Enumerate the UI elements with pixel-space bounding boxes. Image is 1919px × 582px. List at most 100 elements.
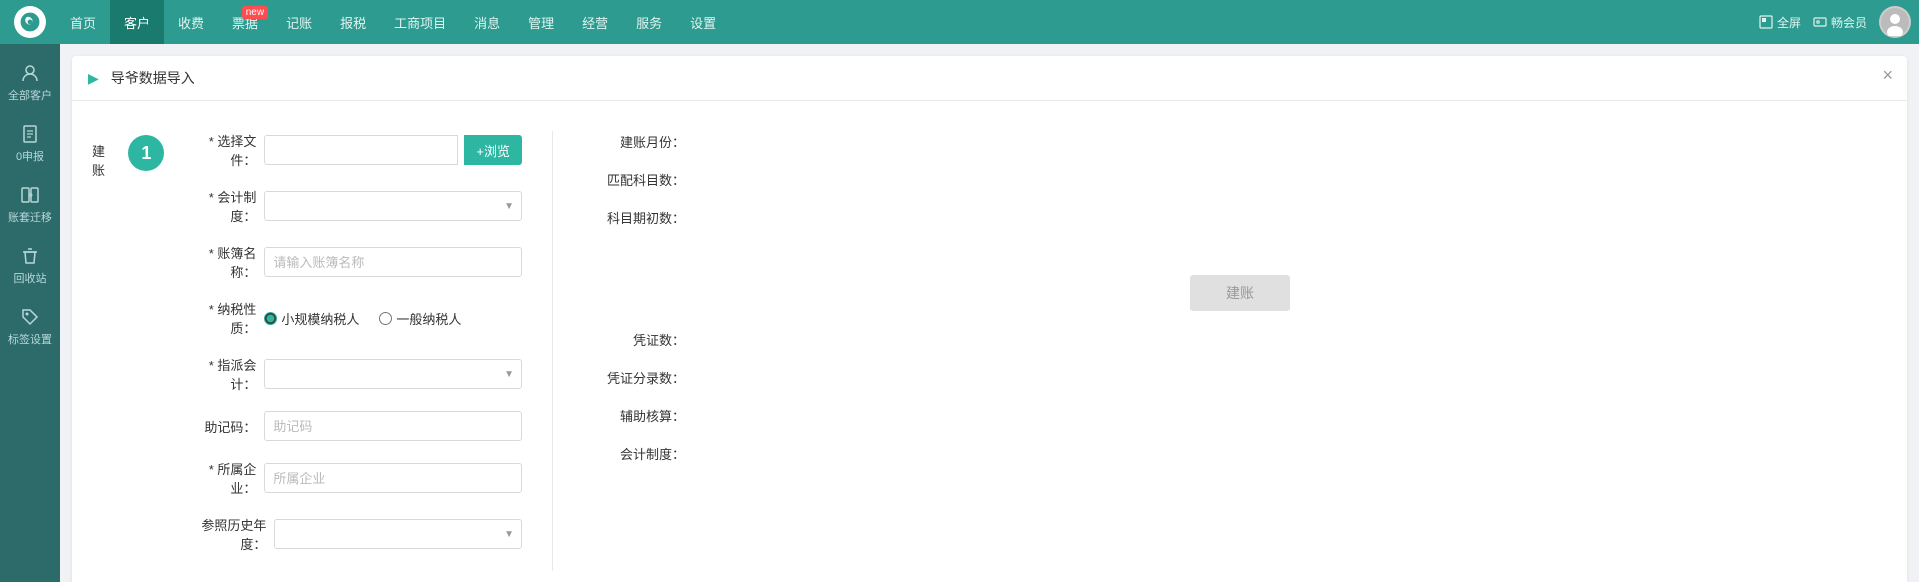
content-area: ▶ 导爷数据导入 × 建账 1 * 选择文件： [60, 44, 1919, 582]
nav-message[interactable]: 消息 [460, 0, 514, 44]
ledger-name-label: * 账簿名称： [184, 243, 264, 281]
app-logo[interactable] [8, 0, 52, 44]
accounting-system-select[interactable] [264, 191, 522, 221]
member-label: 畅会员 [1831, 14, 1867, 31]
nav-operation[interactable]: 经营 [568, 0, 622, 44]
panel-title: 导爷数据导入 [111, 68, 195, 88]
nav-clients[interactable]: 客户 [110, 0, 164, 44]
sidebar-item-all-clients[interactable]: 全部客户 [0, 52, 60, 113]
sidebar: 全部客户 0申报 账套迁移 回收站 标签设置 [0, 44, 60, 582]
aux-accounting-row: 辅助核算： [593, 405, 1887, 425]
import-icon: ▶ [88, 70, 99, 87]
assign-accountant-label: * 指派会计： [184, 355, 264, 393]
nav-accounting[interactable]: 记账 [272, 0, 326, 44]
account-month-row: 建账月份： [593, 131, 1887, 151]
right-fields: 建账月份： 匹配科目数： 科目期初数： 建 [593, 131, 1887, 481]
initial-balance-row: 科目期初数： [593, 207, 1887, 227]
file-input[interactable] [264, 135, 458, 165]
radio-small-taxpayer[interactable]: 小规模纳税人 [264, 309, 359, 328]
radio-small-label: 小规模纳税人 [281, 309, 359, 328]
memo-code-input[interactable] [264, 411, 522, 441]
nav-settings[interactable]: 设置 [676, 0, 730, 44]
form-right: 建账月份： 匹配科目数： 科目期初数： 建 [583, 131, 1887, 571]
company-label: * 所属企业： [184, 459, 264, 497]
aux-accounting-label: 辅助核算： [593, 406, 693, 425]
history-year-row: 参照历史年度： ▼ [184, 515, 522, 553]
voucher-count-value [693, 329, 1887, 349]
assign-accountant-select-wrapper: ▼ [264, 359, 522, 389]
nav-service[interactable]: 服务 [622, 0, 676, 44]
nav-fees[interactable]: 收费 [164, 0, 218, 44]
ledger-name-input[interactable] [264, 247, 522, 277]
sidebar-item-tag-settings[interactable]: 标签设置 [0, 296, 60, 357]
top-nav: 首页 客户 收费 票据 new 记账 报税 工商项目 消息 管理 经营 服务 设… [0, 0, 1919, 44]
form-area: 建账 1 * 选择文件： +浏览 [72, 101, 1907, 582]
voucher-entries-value [693, 367, 1887, 387]
radio-general-label: 一般纳税人 [396, 309, 461, 328]
radio-general-taxpayer[interactable]: 一般纳税人 [379, 309, 461, 328]
history-year-select[interactable] [274, 519, 522, 549]
nav-manage[interactable]: 管理 [514, 0, 568, 44]
browse-button[interactable]: +浏览 [464, 135, 522, 165]
tax-type-row: * 纳税性质： 小规模纳税人 一般纳税人 [184, 299, 522, 337]
file-label: * 选择文件： [184, 131, 264, 169]
nav-business[interactable]: 工商项目 [380, 0, 460, 44]
sidebar-item-recycle[interactable]: 回收站 [0, 235, 60, 296]
match-accounts-value [693, 169, 1887, 189]
voucher-entries-row: 凭证分录数： [593, 367, 1887, 387]
nav-right: 全屏 畅会员 [1759, 6, 1911, 38]
person-icon [19, 62, 41, 84]
match-accounts-row: 匹配科目数： [593, 169, 1887, 189]
sidebar-label-account-migrate: 账套迁移 [8, 209, 52, 225]
account-month-label: 建账月份： [593, 132, 693, 151]
radio-small-input[interactable] [264, 312, 277, 325]
memo-code-label: 助记码： [184, 417, 264, 436]
aux-accounting-value [693, 405, 1887, 425]
match-accounts-label: 匹配科目数： [593, 170, 693, 189]
sidebar-label-tag-settings: 标签设置 [8, 331, 52, 347]
form-left: 建账 1 * 选择文件： +浏览 [92, 131, 522, 571]
tag-icon [19, 306, 41, 328]
fullscreen-btn[interactable]: 全屏 [1759, 14, 1801, 31]
nav-bills[interactable]: 票据 new [218, 0, 272, 44]
account-system-row: 会计制度： [593, 443, 1887, 463]
assign-accountant-select[interactable] [264, 359, 522, 389]
assign-accountant-row: * 指派会计： ▼ [184, 355, 522, 393]
build-btn-area: 建账 [593, 275, 1887, 311]
panel-close-btn[interactable]: × [1882, 66, 1893, 84]
voucher-count-row: 凭证数： [593, 329, 1887, 349]
file-input-group: +浏览 [264, 135, 522, 165]
user-avatar[interactable] [1879, 6, 1911, 38]
radio-general-input[interactable] [379, 312, 392, 325]
build-account-button[interactable]: 建账 [1190, 275, 1290, 311]
nav-home[interactable]: 首页 [56, 0, 110, 44]
tax-type-radio-group: 小规模纳税人 一般纳税人 [264, 309, 461, 328]
nav-tax[interactable]: 报税 [326, 0, 380, 44]
company-input[interactable] [264, 463, 522, 493]
file-row: * 选择文件： +浏览 [184, 131, 522, 169]
sidebar-label-all-clients: 全部客户 [8, 87, 52, 103]
new-badge: new [242, 6, 268, 19]
voucher-entries-label: 凭证分录数： [593, 368, 693, 387]
main-layout: 全部客户 0申报 账套迁移 回收站 标签设置 [0, 44, 1919, 582]
step-label: 建账 [92, 141, 110, 179]
accounting-system-label: * 会计制度： [184, 187, 264, 225]
form-fields: * 选择文件： +浏览 * 会计制度： [184, 131, 522, 571]
accounting-system-select-wrapper: ▼ [264, 191, 522, 221]
form-divider [552, 131, 553, 571]
initial-balance-value [693, 207, 1887, 227]
initial-balance-label: 科目期初数： [593, 208, 693, 227]
account-month-value [693, 131, 1887, 151]
voucher-count-label: 凭证数： [593, 330, 693, 349]
member-btn[interactable]: 畅会员 [1813, 14, 1867, 31]
trash-icon [19, 245, 41, 267]
history-year-label: 参照历史年度： [184, 515, 274, 553]
sidebar-label-declaration: 0申报 [16, 148, 44, 164]
company-row: * 所属企业： [184, 459, 522, 497]
import-panel: ▶ 导爷数据导入 × 建账 1 * 选择文件： [72, 56, 1907, 582]
sidebar-label-recycle: 回收站 [14, 270, 47, 286]
panel-header: ▶ 导爷数据导入 [72, 56, 1907, 101]
sidebar-item-account-migrate[interactable]: 账套迁移 [0, 174, 60, 235]
sidebar-item-declaration[interactable]: 0申报 [0, 113, 60, 174]
account-system-value [693, 443, 1887, 463]
